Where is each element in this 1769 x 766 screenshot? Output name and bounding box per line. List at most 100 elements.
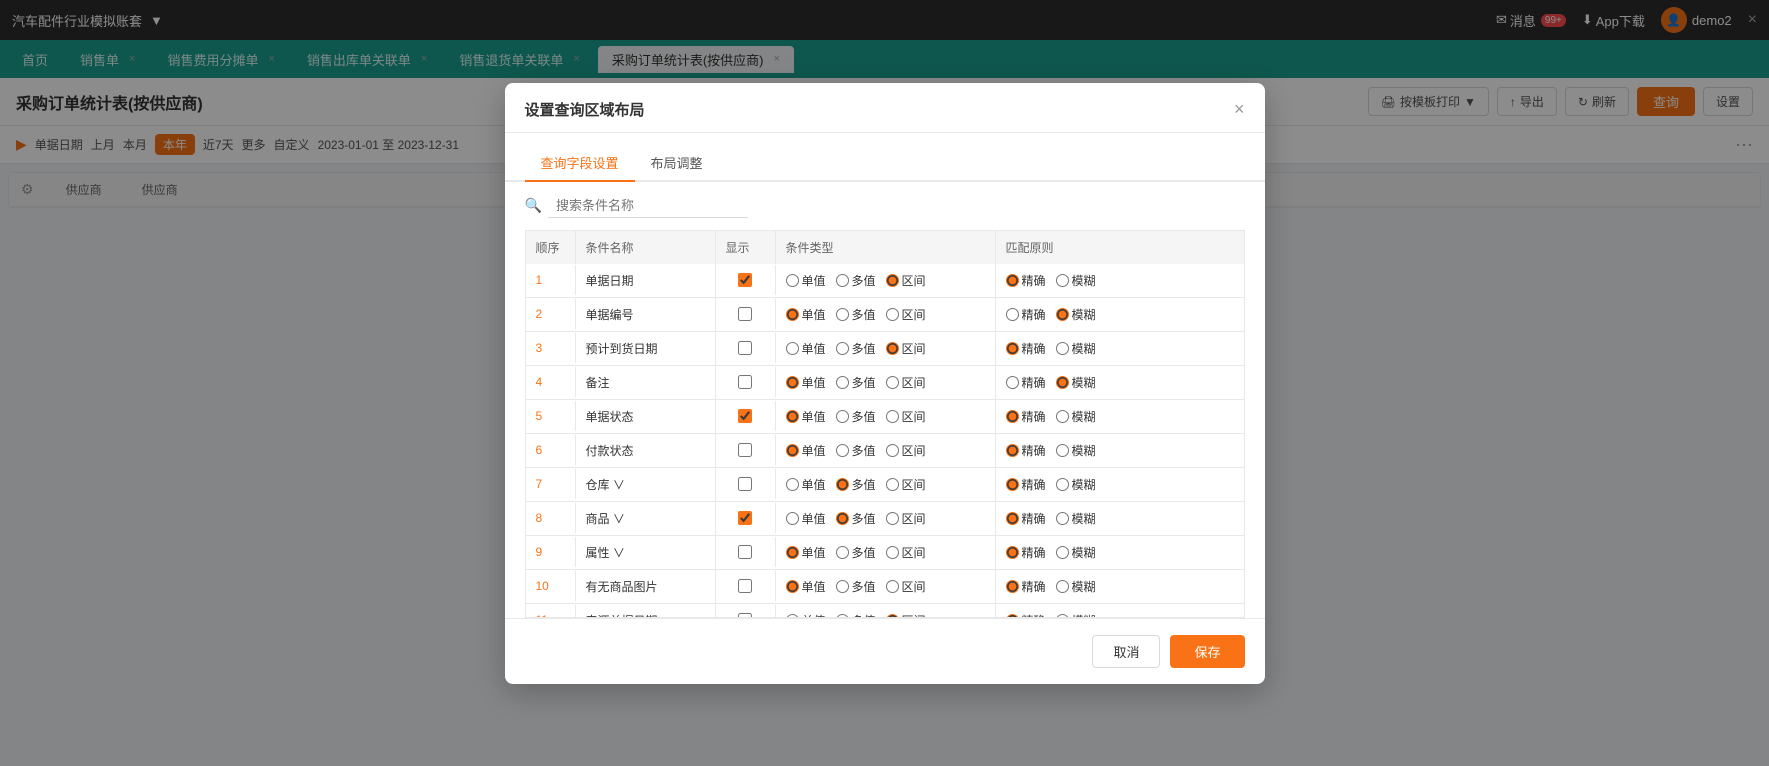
show-checkbox[interactable] [738, 477, 752, 491]
radio-type-type_multi[interactable]: 多值 [836, 544, 876, 561]
radio-type-type_range[interactable]: 区间 [886, 374, 926, 391]
radio-match-match_exact[interactable]: 精确 [1006, 476, 1046, 493]
table-row: 6付款状态单值多值区间精确模糊 [525, 434, 1245, 468]
row-num: 10 [526, 571, 576, 601]
radio-type-type_multi[interactable]: 多值 [836, 476, 876, 493]
save-button[interactable]: 保存 [1170, 635, 1244, 668]
row-num: 11 [526, 605, 576, 618]
radio-type-type_range[interactable]: 区间 [886, 578, 926, 595]
radio-type-type_multi[interactable]: 多值 [836, 578, 876, 595]
radio-type-type_multi[interactable]: 多值 [836, 510, 876, 527]
row-match-cell: 精确模糊 [996, 536, 1196, 569]
radio-match-match_fuzzy[interactable]: 模糊 [1056, 408, 1096, 425]
row-num: 4 [526, 367, 576, 397]
row-num: 7 [526, 469, 576, 499]
col-order: 顺序 [526, 231, 576, 264]
table-row: 5单据状态单值多值区间精确模糊 [525, 400, 1245, 434]
radio-type-type_multi[interactable]: 多值 [836, 340, 876, 357]
table-row: 7仓库 ∨ 单值多值区间 精确模糊 [525, 468, 1245, 502]
radio-match-match_fuzzy[interactable]: 模糊 [1056, 442, 1096, 459]
row-checkbox-cell[interactable] [716, 435, 776, 465]
radio-type-type_range[interactable]: 区间 [886, 476, 926, 493]
radio-type-type_single[interactable]: 单值 [786, 272, 826, 289]
show-checkbox[interactable] [738, 375, 752, 389]
radio-match-match_exact[interactable]: 精确 [1006, 510, 1046, 527]
radio-match-match_fuzzy[interactable]: 模糊 [1056, 510, 1096, 527]
row-checkbox-cell[interactable] [716, 605, 776, 618]
radio-type-type_multi[interactable]: 多值 [836, 306, 876, 323]
row-checkbox-cell[interactable] [716, 401, 776, 431]
show-checkbox[interactable] [738, 579, 752, 593]
radio-type-type_single[interactable]: 单值 [786, 476, 826, 493]
radio-type-type_single[interactable]: 单值 [786, 544, 826, 561]
table-row: 3预计到货日期单值多值区间精确模糊 [525, 332, 1245, 366]
radio-type-type_single[interactable]: 单值 [786, 578, 826, 595]
radio-type-type_multi[interactable]: 多值 [836, 272, 876, 289]
radio-type-type_range[interactable]: 区间 [886, 272, 926, 289]
show-checkbox[interactable] [738, 273, 752, 287]
show-checkbox[interactable] [738, 443, 752, 457]
radio-match-match_exact[interactable]: 精确 [1006, 544, 1046, 561]
cancel-label: 取消 [1113, 645, 1139, 660]
row-name: 仓库 ∨ [576, 468, 716, 501]
radio-type-type_single[interactable]: 单值 [786, 306, 826, 323]
row-num: 9 [526, 537, 576, 567]
radio-match-match_fuzzy[interactable]: 模糊 [1056, 374, 1096, 391]
radio-type-type_multi[interactable]: 多值 [836, 374, 876, 391]
row-checkbox-cell[interactable] [716, 537, 776, 567]
row-checkbox-cell[interactable] [716, 571, 776, 601]
dialog-close-button[interactable]: × [1234, 99, 1245, 120]
radio-match-match_fuzzy[interactable]: 模糊 [1056, 340, 1096, 357]
radio-type-type_range[interactable]: 区间 [886, 306, 926, 323]
row-checkbox-cell[interactable] [716, 299, 776, 329]
radio-type-type_range[interactable]: 区间 [886, 442, 926, 459]
show-checkbox[interactable] [738, 341, 752, 355]
row-type-cell: 单值多值区间 [776, 366, 996, 399]
row-name: 单据日期 [576, 264, 716, 297]
radio-match-match_exact[interactable]: 精确 [1006, 442, 1046, 459]
radio-match-match_exact[interactable]: 精确 [1006, 306, 1046, 323]
radio-match-match_fuzzy[interactable]: 模糊 [1056, 306, 1096, 323]
show-checkbox[interactable] [738, 545, 752, 559]
row-checkbox-cell[interactable] [716, 469, 776, 499]
radio-type-type_multi[interactable]: 多值 [836, 408, 876, 425]
search-input[interactable] [548, 194, 748, 218]
row-checkbox-cell[interactable] [716, 333, 776, 363]
show-checkbox[interactable] [738, 409, 752, 423]
radio-match-match_exact[interactable]: 精确 [1006, 374, 1046, 391]
radio-type-type_single[interactable]: 单值 [786, 510, 826, 527]
radio-type-type_range[interactable]: 区间 [886, 340, 926, 357]
row-checkbox-cell[interactable] [716, 503, 776, 533]
radio-type-type_multi[interactable]: 多值 [836, 442, 876, 459]
dialog-tab-layout[interactable]: 布局调整 [635, 145, 719, 182]
radio-match-match_exact[interactable]: 精确 [1006, 578, 1046, 595]
row-type-cell: 单值多值区间 [776, 332, 996, 365]
dialog-tab-query-fields[interactable]: 查询字段设置 [525, 145, 635, 182]
row-match-cell: 精确模糊 [996, 366, 1196, 399]
radio-match-match_exact[interactable]: 精确 [1006, 340, 1046, 357]
row-checkbox-cell[interactable] [716, 367, 776, 397]
table-row: 2单据编号单值多值区间精确模糊 [525, 298, 1245, 332]
row-checkbox-cell[interactable] [716, 265, 776, 295]
radio-type-type_range[interactable]: 区间 [886, 408, 926, 425]
cancel-button[interactable]: 取消 [1092, 635, 1160, 668]
radio-match-match_exact[interactable]: 精确 [1006, 408, 1046, 425]
dialog-tab-bar: 查询字段设置 布局调整 [505, 133, 1265, 182]
show-checkbox[interactable] [738, 511, 752, 525]
row-match-cell: 精确模糊 [996, 332, 1196, 365]
radio-type-type_range[interactable]: 区间 [886, 544, 926, 561]
col-show: 显示 [716, 231, 776, 264]
radio-type-type_single[interactable]: 单值 [786, 442, 826, 459]
radio-match-match_fuzzy[interactable]: 模糊 [1056, 476, 1096, 493]
radio-type-type_single[interactable]: 单值 [786, 408, 826, 425]
radio-match-match_fuzzy[interactable]: 模糊 [1056, 272, 1096, 289]
show-checkbox[interactable] [738, 307, 752, 321]
radio-match-match_fuzzy[interactable]: 模糊 [1056, 544, 1096, 561]
dialog-header: 设置查询区域布局 × [505, 83, 1265, 133]
row-num: 8 [526, 503, 576, 533]
radio-match-match_fuzzy[interactable]: 模糊 [1056, 578, 1096, 595]
radio-type-type_single[interactable]: 单值 [786, 374, 826, 391]
radio-match-match_exact[interactable]: 精确 [1006, 272, 1046, 289]
radio-type-type_range[interactable]: 区间 [886, 510, 926, 527]
radio-type-type_single[interactable]: 单值 [786, 340, 826, 357]
